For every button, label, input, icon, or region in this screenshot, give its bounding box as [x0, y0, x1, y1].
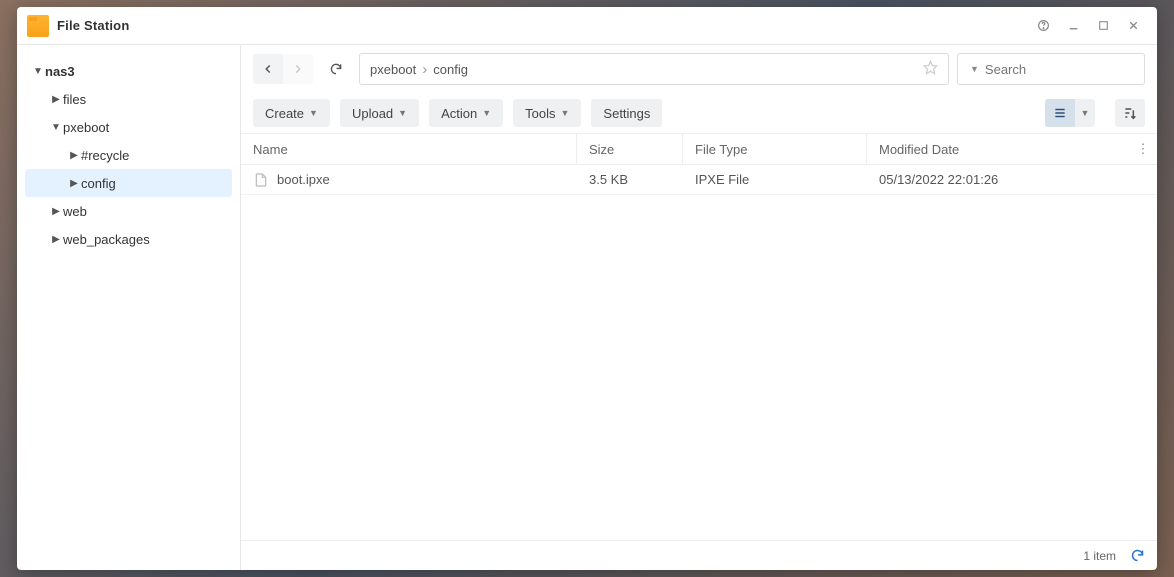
app-title: File Station: [57, 18, 129, 33]
chevron-down-icon: ▼: [309, 108, 318, 118]
sidebar: ▼ nas3 ▶ files ▼ pxeboot ▶ #recycle ▶ co…: [17, 45, 241, 570]
chevron-down-icon: ▼: [31, 66, 45, 77]
chevron-right-icon: ▶: [49, 234, 63, 245]
sort-button[interactable]: [1115, 99, 1145, 127]
maximize-button[interactable]: [1089, 12, 1117, 40]
sidebar-item-config[interactable]: ▶ config: [25, 169, 232, 197]
tree-root-label: nas3: [45, 64, 75, 79]
sidebar-item-label: web_packages: [63, 232, 150, 247]
chevron-right-icon: ▶: [67, 150, 81, 161]
sidebar-item-label: config: [81, 176, 116, 191]
settings-button[interactable]: Settings: [591, 99, 662, 127]
breadcrumb[interactable]: pxeboot › config: [359, 53, 949, 85]
column-header-size[interactable]: Size: [577, 134, 683, 164]
minimize-button[interactable]: [1059, 12, 1087, 40]
sidebar-item-recycle[interactable]: ▶ #recycle: [25, 141, 232, 169]
sidebar-item-files[interactable]: ▶ files: [25, 85, 232, 113]
column-header-date[interactable]: Modified Date: [867, 134, 1129, 164]
file-name: boot.ipxe: [277, 172, 330, 187]
file-icon: [253, 172, 269, 188]
titlebar: File Station: [17, 7, 1157, 45]
sidebar-item-web[interactable]: ▶ web: [25, 197, 232, 225]
chevron-right-icon: ▶: [49, 206, 63, 217]
table-header: Name Size File Type Modified Date ⋮: [241, 133, 1157, 165]
item-count: 1 item: [1083, 549, 1116, 563]
toolbar: Create ▼ Upload ▼ Action ▼ Tools ▼ Setti…: [241, 93, 1157, 133]
file-date: 05/13/2022 22:01:26: [867, 172, 1157, 187]
column-header-name[interactable]: Name: [241, 134, 577, 164]
tools-button[interactable]: Tools ▼: [513, 99, 581, 127]
sidebar-item-pxeboot[interactable]: ▼ pxeboot: [25, 113, 232, 141]
chevron-down-icon: ▼: [49, 122, 63, 133]
window-body: ▼ nas3 ▶ files ▼ pxeboot ▶ #recycle ▶ co…: [17, 45, 1157, 570]
help-button[interactable]: [1029, 12, 1057, 40]
button-label: Tools: [525, 106, 555, 121]
button-label: Settings: [603, 106, 650, 121]
column-header-type[interactable]: File Type: [683, 134, 867, 164]
chevron-right-icon: ▶: [67, 178, 81, 189]
back-button[interactable]: [253, 54, 283, 84]
list-view-button[interactable]: [1045, 99, 1075, 127]
sidebar-item-label: files: [63, 92, 86, 107]
chevron-right-icon: ▶: [49, 94, 63, 105]
button-label: Create: [265, 106, 304, 121]
button-label: Action: [441, 106, 477, 121]
app-icon: [27, 15, 49, 37]
sidebar-item-label: #recycle: [81, 148, 129, 163]
view-dropdown-button[interactable]: ▼: [1075, 99, 1095, 127]
sidebar-item-label: web: [63, 204, 87, 219]
column-menu-button[interactable]: ⋮: [1129, 134, 1157, 164]
breadcrumb-segment[interactable]: config: [433, 62, 468, 77]
chevron-down-icon: ▼: [561, 108, 570, 118]
chevron-right-icon: ›: [422, 61, 427, 78]
sidebar-item-web-packages[interactable]: ▶ web_packages: [25, 225, 232, 253]
create-button[interactable]: Create ▼: [253, 99, 330, 127]
chevron-down-icon: ▼: [398, 108, 407, 118]
action-button[interactable]: Action ▼: [429, 99, 503, 127]
main-panel: pxeboot › config ▼ Create ▼: [241, 45, 1157, 570]
file-type: IPXE File: [683, 172, 867, 187]
button-label: Upload: [352, 106, 393, 121]
search-input[interactable]: [985, 62, 1161, 77]
navbar: pxeboot › config ▼: [241, 45, 1157, 93]
tree-root[interactable]: ▼ nas3: [25, 57, 232, 85]
sidebar-item-label: pxeboot: [63, 120, 109, 135]
table-row[interactable]: boot.ipxe 3.5 KB IPXE File 05/13/2022 22…: [241, 165, 1157, 195]
file-list: boot.ipxe 3.5 KB IPXE File 05/13/2022 22…: [241, 165, 1157, 540]
star-icon[interactable]: [923, 60, 938, 78]
file-station-window: File Station ▼ nas3 ▶ files ▼ p: [17, 7, 1157, 570]
search-box[interactable]: ▼: [957, 53, 1145, 85]
reload-button[interactable]: [321, 54, 351, 84]
chevron-down-icon: ▼: [482, 108, 491, 118]
breadcrumb-segment[interactable]: pxeboot: [370, 62, 416, 77]
statusbar: 1 item: [241, 540, 1157, 570]
upload-button[interactable]: Upload ▼: [340, 99, 419, 127]
close-button[interactable]: [1119, 12, 1147, 40]
file-size: 3.5 KB: [577, 172, 683, 187]
forward-button[interactable]: [283, 54, 313, 84]
refresh-button[interactable]: [1130, 548, 1145, 563]
chevron-down-icon[interactable]: ▼: [970, 64, 979, 74]
